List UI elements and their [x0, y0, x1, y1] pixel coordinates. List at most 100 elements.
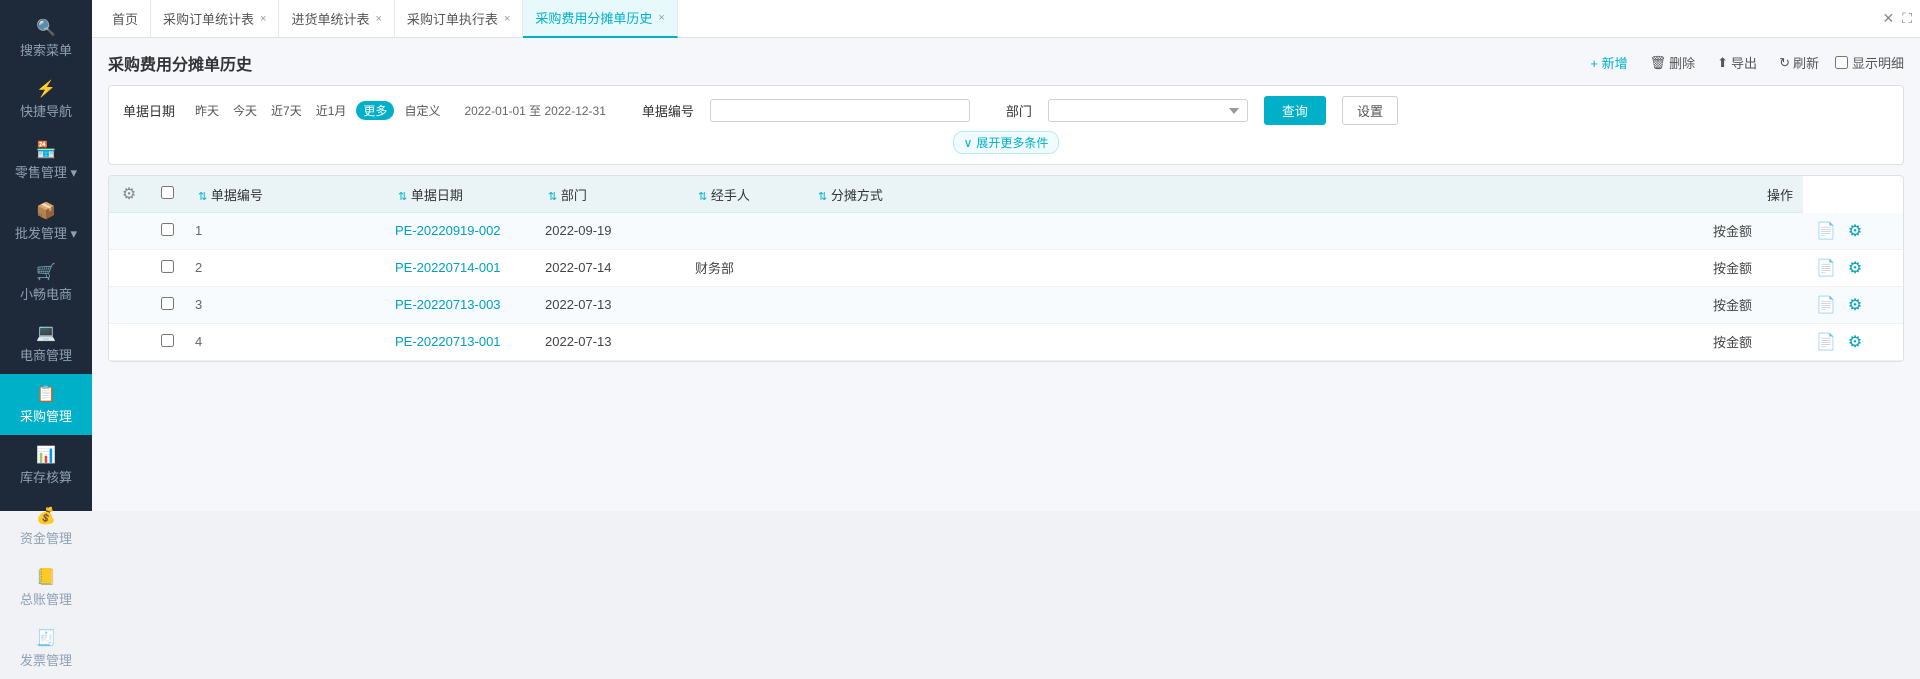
date-chip-today[interactable]: 今天	[229, 101, 261, 120]
sort-icon-date[interactable]: ⇅	[398, 191, 407, 203]
row-action-cell: 📄 ⚙	[1803, 286, 1903, 323]
docno-input[interactable]	[710, 99, 970, 122]
edit-icon[interactable]: 📄	[1813, 220, 1839, 242]
date-chips: 昨天 今天 近7天 近1月 更多 自定义	[191, 101, 444, 120]
row-date-cell: 2022-07-13	[535, 323, 685, 360]
tab-进货单统计表[interactable]: 进货单统计表 ×	[279, 0, 394, 38]
table-body: 1 PE-20220919-002 2022-09-19 按金额 📄 ⚙ 2	[109, 213, 1903, 361]
tab-采购订单执行表[interactable]: 采购订单执行表×	[395, 0, 523, 38]
row-action-cell: 📄 ⚙	[1803, 323, 1903, 360]
sort-icon-split[interactable]: ⇅	[818, 191, 827, 203]
expand-more-button[interactable]: ∨ 展开更多条件	[953, 131, 1060, 154]
refresh-button[interactable]: ↻ 刷新	[1773, 50, 1825, 75]
tab-label: 进货单统计表	[291, 9, 369, 28]
sidebar-item-小畅电商[interactable]: 🛒小畅电商	[0, 252, 92, 313]
tab-采购订单统计表[interactable]: 采购订单统计表×	[151, 0, 279, 38]
sidebar-label: 搜索菜单	[20, 43, 72, 58]
close-all-icon[interactable]: ✕	[1882, 10, 1894, 27]
sidebar-item-搜索菜单[interactable]: 🔍 搜索菜单	[0, 8, 92, 69]
maximize-icon[interactable]: ⛶	[1902, 10, 1912, 27]
edit-icon[interactable]: 📄	[1813, 331, 1839, 353]
table-settings-icon[interactable]: ⚙	[122, 186, 136, 203]
date-chip-1month[interactable]: 近1月	[312, 101, 351, 120]
query-button[interactable]: 查询	[1264, 96, 1326, 125]
sidebar-icon: 📊	[0, 445, 92, 465]
sidebar-item-采购管理[interactable]: 📋采购管理	[0, 374, 92, 435]
sidebar-item-零售管理[interactable]: 🏪零售管理 ▾	[0, 130, 92, 191]
more-icon[interactable]: ⚙	[1845, 257, 1865, 279]
tab-close-icon[interactable]: ×	[375, 13, 381, 25]
sidebar-label: 电商管理	[20, 348, 72, 363]
row-check-cell	[149, 323, 185, 360]
tab-close-icon[interactable]: ×	[658, 12, 664, 24]
date-chip-more[interactable]: 更多	[356, 101, 394, 120]
sidebar-item-库存核算[interactable]: 📊 库存核算	[0, 435, 92, 496]
sidebar-icon: 🔍	[0, 18, 92, 38]
edit-icon[interactable]: 📄	[1813, 294, 1839, 316]
row-checkbox[interactable]	[161, 223, 174, 236]
table-row: 3 PE-20220713-003 2022-07-13 按金额 📄 ⚙	[109, 286, 1903, 323]
add-button[interactable]: + 新增	[1584, 50, 1633, 75]
sidebar-item-发票管理[interactable]: 🧾发票管理	[0, 618, 92, 679]
date-label: 单据日期	[123, 101, 175, 120]
refresh-icon: ↻	[1779, 55, 1790, 71]
tab-controls: ✕⛶	[1882, 10, 1912, 27]
row-no-cell: 3	[185, 286, 385, 323]
row-dept-cell: 财务部	[685, 249, 805, 286]
show-columns-input[interactable]	[1835, 56, 1848, 69]
sort-icon-dept[interactable]: ⇅	[548, 191, 557, 203]
date-chip-7days[interactable]: 近7天	[267, 101, 306, 120]
content-area: 采购费用分摊单历史 + 新增 🗑 删除 ⬆ 导出 ↻ 刷新 显示明细	[92, 38, 1920, 511]
row-docno-cell: PE-20220919-002	[385, 213, 535, 250]
row-docno-cell: PE-20220713-003	[385, 286, 535, 323]
sidebar-label: 资金管理	[20, 531, 72, 546]
row-dept-cell	[685, 286, 805, 323]
sort-icon[interactable]: ⇅	[198, 191, 207, 203]
date-chip-yesterday[interactable]: 昨天	[191, 101, 223, 120]
sidebar-item-总账管理[interactable]: 📒总账管理	[0, 557, 92, 618]
row-action-cell: 📄 ⚙	[1803, 249, 1903, 286]
sidebar-icon: 💻	[0, 323, 92, 343]
filter-bar: 单据日期 昨天 今天 近7天 近1月 更多 自定义 2022-01-01 至 2…	[108, 85, 1904, 165]
sort-icon-handler[interactable]: ⇅	[698, 191, 707, 203]
show-columns-checkbox[interactable]: 显示明细	[1835, 53, 1904, 72]
doc-link[interactable]: PE-20220713-001	[395, 334, 501, 349]
sidebar-item-资金管理[interactable]: 💰 资金管理	[0, 496, 92, 557]
col-handler-header: ⇅ 经手人	[685, 176, 805, 213]
sidebar-item-快捷导航[interactable]: ⚡快捷导航	[0, 69, 92, 130]
delete-icon: 🗑	[1650, 55, 1667, 71]
doc-link[interactable]: PE-20220713-003	[395, 297, 501, 312]
sidebar-label: 库存核算	[20, 470, 72, 485]
filter-row-1: 单据日期 昨天 今天 近7天 近1月 更多 自定义 2022-01-01 至 2…	[123, 96, 1889, 125]
date-range-text: 2022-01-01 至 2022-12-31	[464, 102, 605, 119]
doc-link[interactable]: PE-20220714-001	[395, 260, 501, 275]
row-checkbox[interactable]	[161, 334, 174, 347]
col-split-header: ⇅ 分摊方式	[805, 176, 1703, 213]
row-checkbox[interactable]	[161, 297, 174, 310]
tab-close-icon[interactable]: ×	[504, 13, 510, 25]
settings-button[interactable]: 设置	[1342, 96, 1398, 125]
more-icon[interactable]: ⚙	[1845, 331, 1865, 353]
tab-采购费用分摊单历史[interactable]: 采购费用分摊单历史 ×	[523, 0, 677, 38]
select-all-checkbox[interactable]	[161, 186, 174, 199]
delete-button[interactable]: 🗑 删除	[1644, 50, 1702, 75]
more-icon[interactable]: ⚙	[1845, 294, 1865, 316]
tab-close-icon[interactable]: ×	[260, 13, 266, 25]
sidebar-icon: 💰	[0, 506, 92, 526]
sidebar-icon: 📒	[0, 567, 92, 587]
row-checkbox[interactable]	[161, 260, 174, 273]
tab-label: 采购费用分摊单历史	[535, 8, 652, 27]
dept-select[interactable]: 财务部	[1048, 99, 1248, 122]
doc-link[interactable]: PE-20220919-002	[395, 223, 501, 238]
more-icon[interactable]: ⚙	[1845, 220, 1865, 242]
sidebar-item-电商管理[interactable]: 💻 电商管理	[0, 313, 92, 374]
tab-首页[interactable]: 首页	[100, 0, 151, 38]
table-row: 1 PE-20220919-002 2022-09-19 按金额 📄 ⚙	[109, 213, 1903, 250]
edit-icon[interactable]: 📄	[1813, 257, 1839, 279]
sidebar-icon: 📦	[0, 201, 92, 221]
export-button[interactable]: ⬆ 导出	[1711, 50, 1763, 75]
sidebar-item-批发管理[interactable]: 📦批发管理 ▾	[0, 191, 92, 252]
docno-label: 单据编号	[642, 101, 694, 120]
row-check-cell	[149, 213, 185, 250]
date-chip-custom[interactable]: 自定义	[400, 101, 444, 120]
